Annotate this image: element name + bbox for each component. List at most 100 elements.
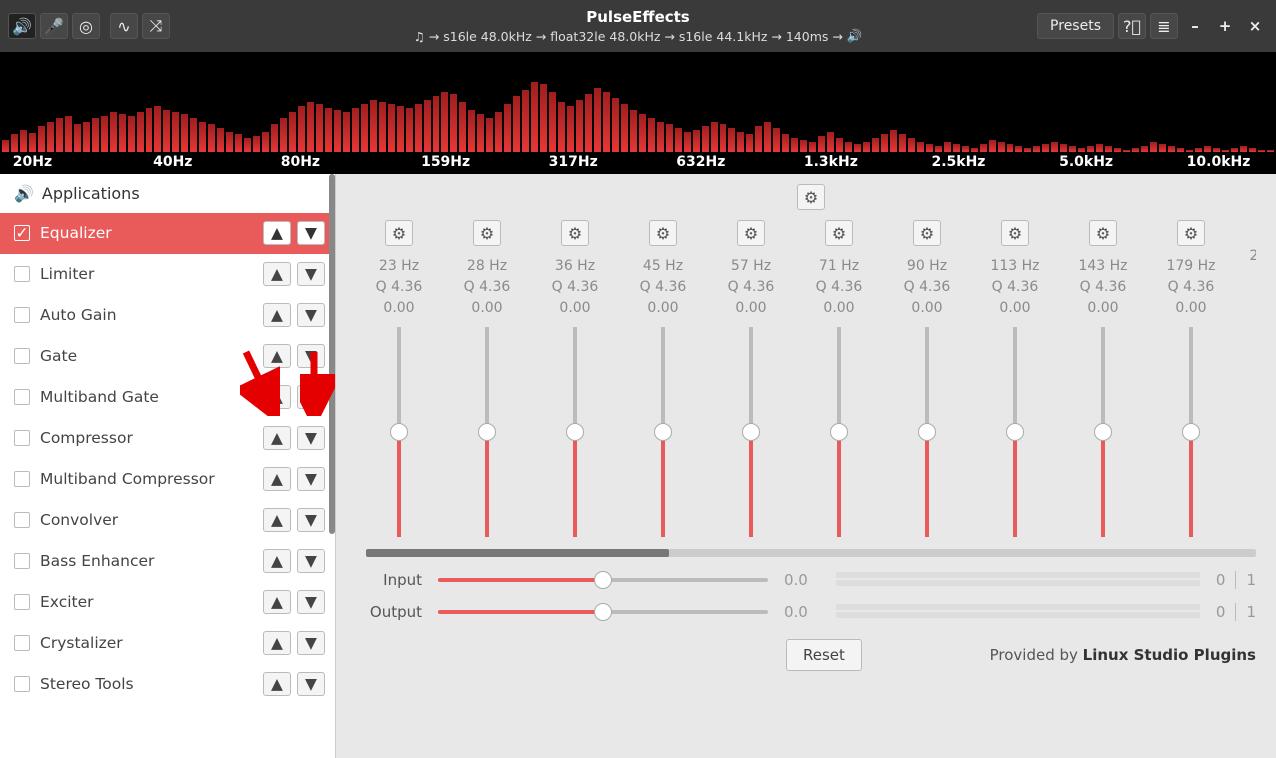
reset-button[interactable]: Reset xyxy=(786,639,862,671)
move-up-button[interactable]: ▲ xyxy=(263,221,291,245)
move-up-button[interactable]: ▲ xyxy=(263,262,291,286)
band-slider[interactable] xyxy=(485,327,489,537)
band-slider-thumb[interactable] xyxy=(742,423,760,441)
input-slider-thumb[interactable] xyxy=(594,571,612,589)
band-settings-button[interactable]: ⚙ xyxy=(1001,220,1029,246)
output-slider[interactable] xyxy=(438,610,768,614)
move-down-button[interactable]: ▼ xyxy=(297,590,325,614)
maximize-button[interactable]: + xyxy=(1212,13,1238,39)
move-down-button[interactable]: ▼ xyxy=(297,221,325,245)
move-down-button[interactable]: ▼ xyxy=(297,549,325,573)
band-slider[interactable] xyxy=(573,327,577,537)
band-settings-button[interactable]: ⚙ xyxy=(1089,220,1117,246)
move-up-button[interactable]: ▲ xyxy=(263,385,291,409)
move-up-button[interactable]: ▲ xyxy=(263,426,291,450)
sidebar-scrollbar[interactable] xyxy=(329,174,335,534)
sidebar-item-multiband-compressor[interactable]: Multiband Compressor▲▼ xyxy=(0,459,335,500)
move-down-button[interactable]: ▼ xyxy=(297,631,325,655)
scrollbar-thumb[interactable] xyxy=(366,549,669,557)
band-slider[interactable] xyxy=(1189,327,1193,537)
band-settings-button[interactable]: ⚙ xyxy=(737,220,765,246)
speaker-output-tab[interactable]: 🔊 xyxy=(8,13,36,39)
effect-enable-checkbox[interactable] xyxy=(14,512,30,528)
effect-enable-checkbox[interactable] xyxy=(14,553,30,569)
band-slider-thumb[interactable] xyxy=(1094,423,1112,441)
arrow-down-icon: ▼ xyxy=(305,593,317,611)
move-up-button[interactable]: ▲ xyxy=(263,631,291,655)
effect-enable-checkbox[interactable] xyxy=(14,594,30,610)
band-slider-thumb[interactable] xyxy=(1006,423,1024,441)
minimize-button[interactable]: – xyxy=(1182,13,1208,39)
band-slider[interactable] xyxy=(661,327,665,537)
move-down-button[interactable]: ▼ xyxy=(297,672,325,696)
band-settings-button[interactable]: ⚙ xyxy=(385,220,413,246)
band-settings-button[interactable]: ⚙ xyxy=(1177,220,1205,246)
move-up-button[interactable]: ▲ xyxy=(263,303,291,327)
move-up-button[interactable]: ▲ xyxy=(263,344,291,368)
move-up-button[interactable]: ▲ xyxy=(263,590,291,614)
sidebar-item-multiband-gate[interactable]: Multiband Gate▲▼ xyxy=(0,377,335,418)
waveform-button[interactable]: ∿ xyxy=(110,13,138,39)
move-up-button[interactable]: ▲ xyxy=(263,508,291,532)
band-settings-button[interactable]: ⚙ xyxy=(825,220,853,246)
band-slider[interactable] xyxy=(397,327,401,537)
move-down-button[interactable]: ▼ xyxy=(297,508,325,532)
sidebar-item-stereo-tools[interactable]: Stereo Tools▲▼ xyxy=(0,664,335,705)
band-slider-thumb[interactable] xyxy=(830,423,848,441)
move-down-button[interactable]: ▼ xyxy=(297,467,325,491)
band-settings-button[interactable]: ⚙ xyxy=(473,220,501,246)
sidebar-item-convolver[interactable]: Convolver▲▼ xyxy=(0,500,335,541)
move-down-button[interactable]: ▼ xyxy=(297,426,325,450)
menu-button[interactable]: ≣ xyxy=(1150,13,1178,39)
move-up-button[interactable]: ▲ xyxy=(263,549,291,573)
sidebar-item-compressor[interactable]: Compressor▲▼ xyxy=(0,418,335,459)
close-button[interactable]: × xyxy=(1242,13,1268,39)
band-slider-thumb[interactable] xyxy=(918,423,936,441)
effect-enable-checkbox[interactable] xyxy=(14,307,30,323)
band-slider[interactable] xyxy=(749,327,753,537)
band-slider-thumb[interactable] xyxy=(478,423,496,441)
move-down-button[interactable]: ▼ xyxy=(297,262,325,286)
effect-enable-checkbox[interactable] xyxy=(14,676,30,692)
effect-enable-checkbox[interactable] xyxy=(14,635,30,651)
band-slider-thumb[interactable] xyxy=(566,423,584,441)
bands-scrollbar[interactable] xyxy=(366,549,1256,557)
effect-enable-checkbox[interactable] xyxy=(14,348,30,364)
band-settings-button[interactable]: ⚙ xyxy=(913,220,941,246)
band-slider[interactable] xyxy=(1013,327,1017,537)
sidebar-item-auto-gain[interactable]: Auto Gain▲▼ xyxy=(0,295,335,336)
help-button[interactable]: ?⃞ xyxy=(1118,13,1146,39)
effect-enable-checkbox[interactable]: ✓ xyxy=(14,225,30,241)
effect-enable-checkbox[interactable] xyxy=(14,389,30,405)
eq-settings-button[interactable]: ⚙ xyxy=(797,184,825,210)
move-down-button[interactable]: ▼ xyxy=(297,303,325,327)
presets-button[interactable]: Presets xyxy=(1037,13,1114,39)
output-slider-thumb[interactable] xyxy=(594,603,612,621)
input-slider[interactable] xyxy=(438,578,768,582)
sidebar-header[interactable]: 🔊 Applications xyxy=(0,174,335,213)
effect-enable-checkbox[interactable] xyxy=(14,266,30,282)
sidebar-item-crystalizer[interactable]: Crystalizer▲▼ xyxy=(0,623,335,664)
pulse-info-button[interactable]: ◎ xyxy=(72,13,100,39)
band-slider-thumb[interactable] xyxy=(1182,423,1200,441)
effect-enable-checkbox[interactable] xyxy=(14,430,30,446)
shuffle-button[interactable]: ⤨ xyxy=(142,13,170,39)
band-slider-thumb[interactable] xyxy=(654,423,672,441)
sidebar-item-equalizer[interactable]: ✓Equalizer▲▼ xyxy=(0,213,335,254)
band-settings-button[interactable]: ⚙ xyxy=(649,220,677,246)
band-slider[interactable] xyxy=(837,327,841,537)
band-slider[interactable] xyxy=(925,327,929,537)
move-down-button[interactable]: ▼ xyxy=(297,385,325,409)
move-up-button[interactable]: ▲ xyxy=(263,672,291,696)
band-settings-button[interactable]: ⚙ xyxy=(561,220,589,246)
band-slider-thumb[interactable] xyxy=(390,423,408,441)
sidebar-item-limiter[interactable]: Limiter▲▼ xyxy=(0,254,335,295)
sidebar-item-exciter[interactable]: Exciter▲▼ xyxy=(0,582,335,623)
move-down-button[interactable]: ▼ xyxy=(297,344,325,368)
move-up-button[interactable]: ▲ xyxy=(263,467,291,491)
effect-enable-checkbox[interactable] xyxy=(14,471,30,487)
sidebar-item-bass-enhancer[interactable]: Bass Enhancer▲▼ xyxy=(0,541,335,582)
sidebar-item-gate[interactable]: Gate▲▼ xyxy=(0,336,335,377)
band-slider[interactable] xyxy=(1101,327,1105,537)
mic-input-tab[interactable]: 🎤 xyxy=(40,13,68,39)
